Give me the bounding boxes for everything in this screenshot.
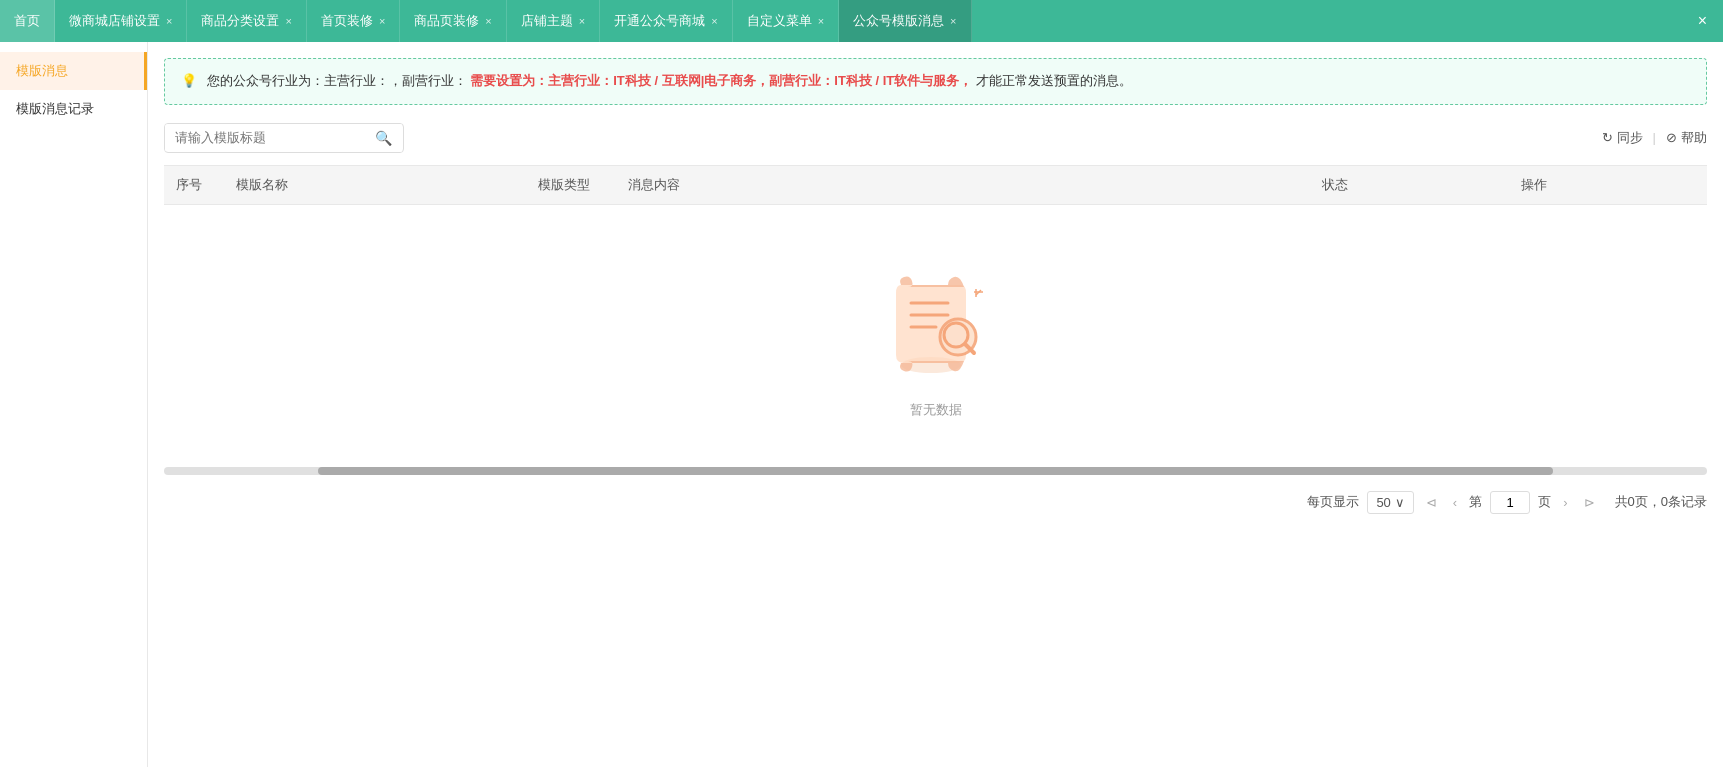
top-nav: 首页微商城店铺设置×商品分类设置×首页装修×商品页装修×店铺主题×开通公众号商城… bbox=[0, 0, 1723, 42]
pagination: 每页显示 50 ∨ ⊲ ‹ 第 页 › ⊳ 共0页，0条记录 bbox=[164, 483, 1707, 522]
search-input-wrap[interactable]: 🔍 bbox=[164, 123, 404, 153]
table-header: 序号模版名称模版类型消息内容状态操作 bbox=[164, 165, 1707, 204]
nav-tab-label-7: 自定义菜单 bbox=[747, 12, 812, 30]
nav-tab-label-4: 商品页装修 bbox=[414, 12, 479, 30]
next-page-button[interactable]: › bbox=[1559, 493, 1571, 512]
nav-tab-8[interactable]: 公众号模版消息 × bbox=[839, 0, 971, 42]
scrollbar-thumb[interactable] bbox=[318, 467, 1552, 475]
nav-tab-close-8[interactable]: × bbox=[950, 15, 956, 27]
scrollbar-track[interactable] bbox=[164, 467, 1707, 475]
search-bar: 🔍 ↻ 同步 | ⊘ 帮助 bbox=[164, 123, 1707, 153]
nav-tab-close-3[interactable]: × bbox=[379, 15, 385, 27]
main-layout: 模版消息模版消息记录 💡 您的公众号行业为：主营行业：，副营行业： 需要设置为：… bbox=[0, 42, 1723, 767]
toolbar-right: ↻ 同步 | ⊘ 帮助 bbox=[1602, 129, 1707, 147]
total-info: 共0页，0条记录 bbox=[1615, 493, 1707, 511]
nav-tab-close-2[interactable]: × bbox=[285, 15, 291, 27]
nav-tab-close-4[interactable]: × bbox=[485, 15, 491, 27]
nav-tab-label-0: 首页 bbox=[14, 12, 40, 30]
empty-state: 暂无数据 bbox=[164, 205, 1707, 459]
empty-text: 暂无数据 bbox=[910, 401, 962, 419]
nav-tab-close-5[interactable]: × bbox=[579, 15, 585, 27]
sync-label: 同步 bbox=[1617, 129, 1643, 147]
table-col-2: 模版类型 bbox=[526, 165, 616, 204]
nav-tab-1[interactable]: 微商城店铺设置 × bbox=[55, 0, 187, 42]
nav-tab-label-2: 商品分类设置 bbox=[201, 12, 279, 30]
table-col-4: 状态 bbox=[1310, 165, 1508, 204]
nav-tab-4[interactable]: 商品页装修 × bbox=[400, 0, 506, 42]
page-input[interactable] bbox=[1490, 491, 1530, 514]
chevron-down-icon: ∨ bbox=[1395, 495, 1405, 510]
nav-tab-close-6[interactable]: × bbox=[711, 15, 717, 27]
sidebar: 模版消息模版消息记录 bbox=[0, 42, 148, 767]
page-label: 第 bbox=[1469, 493, 1482, 511]
sidebar-item-1[interactable]: 模版消息记录 bbox=[0, 90, 147, 128]
sync-button[interactable]: ↻ 同步 bbox=[1602, 129, 1643, 147]
toolbar-divider: | bbox=[1653, 130, 1656, 145]
nav-tab-0[interactable]: 首页 bbox=[0, 0, 55, 42]
table-col-5: 操作 bbox=[1509, 165, 1708, 204]
nav-tab-6[interactable]: 开通公众号商城 × bbox=[600, 0, 732, 42]
bulb-icon: 💡 bbox=[181, 73, 197, 88]
nav-tab-close-7[interactable]: × bbox=[818, 15, 824, 27]
nav-tab-label-5: 店铺主题 bbox=[521, 12, 573, 30]
nav-tab-2[interactable]: 商品分类设置 × bbox=[187, 0, 306, 42]
help-button[interactable]: ⊘ 帮助 bbox=[1666, 129, 1707, 147]
search-button[interactable]: 🔍 bbox=[365, 124, 402, 152]
nav-tab-7[interactable]: 自定义菜单 × bbox=[733, 0, 839, 42]
nav-tab-label-3: 首页装修 bbox=[321, 12, 373, 30]
sync-icon: ↻ bbox=[1602, 130, 1613, 145]
global-close-button[interactable]: × bbox=[1682, 0, 1723, 42]
notice-box: 💡 您的公众号行业为：主营行业：，副营行业： 需要设置为：主营行业：IT科技 /… bbox=[164, 58, 1707, 105]
notice-suffix: 才能正常发送预置的消息。 bbox=[976, 73, 1132, 88]
page-size-value: 50 bbox=[1376, 495, 1390, 510]
nav-tab-label-8: 公众号模版消息 bbox=[853, 12, 944, 30]
table-col-1: 模版名称 bbox=[224, 165, 526, 204]
nav-tab-label-6: 开通公众号商城 bbox=[614, 12, 705, 30]
content-area: 💡 您的公众号行业为：主营行业：，副营行业： 需要设置为：主营行业：IT科技 /… bbox=[148, 42, 1723, 767]
table-col-0: 序号 bbox=[164, 165, 224, 204]
sidebar-item-0[interactable]: 模版消息 bbox=[0, 52, 147, 90]
help-icon: ⊘ bbox=[1666, 130, 1677, 145]
empty-icon bbox=[876, 265, 996, 385]
first-page-button[interactable]: ⊲ bbox=[1422, 493, 1441, 512]
page-size-select[interactable]: 50 ∨ bbox=[1367, 491, 1413, 514]
search-input[interactable] bbox=[165, 124, 365, 151]
nav-tab-label-1: 微商城店铺设置 bbox=[69, 12, 160, 30]
nav-tab-5[interactable]: 店铺主题 × bbox=[507, 0, 600, 42]
help-label: 帮助 bbox=[1681, 129, 1707, 147]
last-page-button[interactable]: ⊳ bbox=[1580, 493, 1599, 512]
nav-tab-close-1[interactable]: × bbox=[166, 15, 172, 27]
notice-highlight: 需要设置为：主营行业：IT科技 / 互联网|电子商务，副营行业：IT科技 / I… bbox=[470, 73, 972, 88]
per-page-label: 每页显示 bbox=[1307, 493, 1359, 511]
nav-tab-3[interactable]: 首页装修 × bbox=[307, 0, 400, 42]
prev-page-button[interactable]: ‹ bbox=[1449, 493, 1461, 512]
notice-prefix: 您的公众号行业为：主营行业：，副营行业： bbox=[207, 73, 467, 88]
table-col-3: 消息内容 bbox=[616, 165, 1310, 204]
data-table: 序号模版名称模版类型消息内容状态操作 bbox=[164, 165, 1707, 459]
page-unit: 页 bbox=[1538, 493, 1551, 511]
table-body: 暂无数据 bbox=[164, 204, 1707, 459]
